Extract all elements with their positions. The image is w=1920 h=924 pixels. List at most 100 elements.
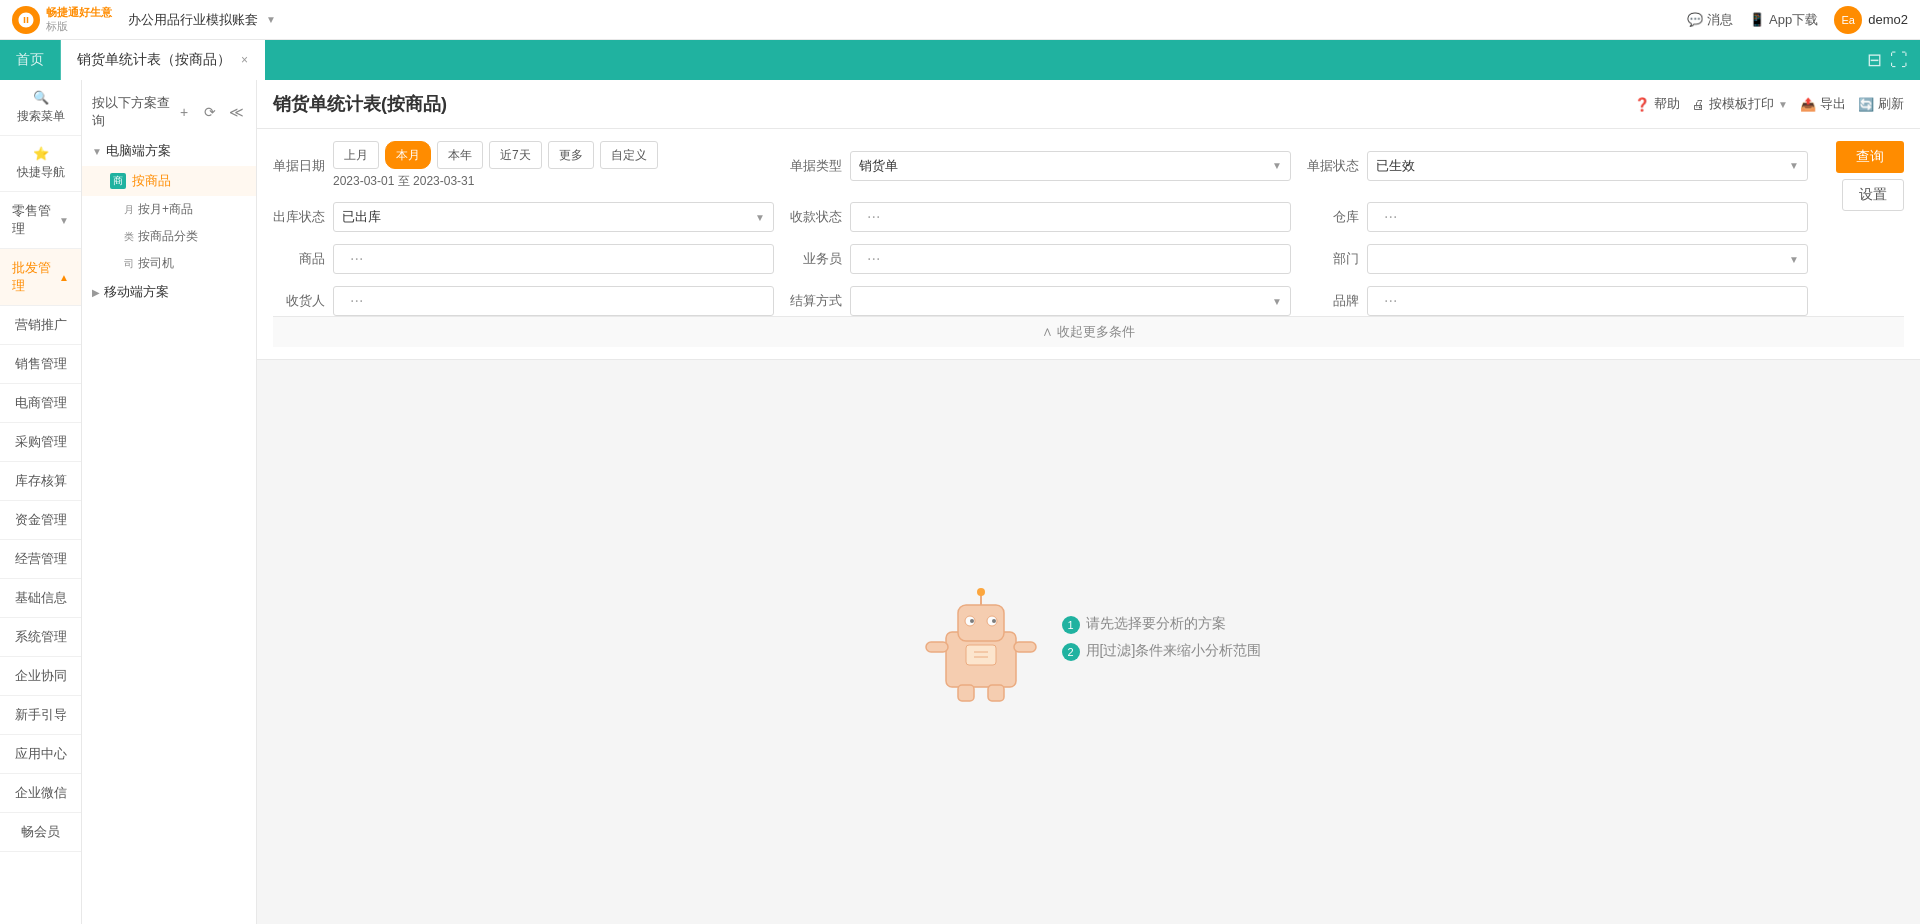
sidebar-item-wholesale[interactable]: 批发管理 ▲ <box>0 249 81 306</box>
purchase-label: 采购管理 <box>15 433 67 451</box>
brand-dots-icon[interactable]: ··· <box>1384 292 1397 310</box>
sidebar-item-wechat[interactable]: 企业微信 <box>0 774 81 813</box>
brand-input[interactable]: ··· <box>1367 286 1808 316</box>
tab-active[interactable]: 销货单统计表（按商品） × <box>61 40 265 80</box>
sidebar-item-operations[interactable]: 经营管理 <box>0 540 81 579</box>
brand-control[interactable]: ··· <box>1367 286 1808 316</box>
salesperson-dots-icon[interactable]: ··· <box>867 250 880 268</box>
bill-type-control[interactable]: 销货单 ▼ <box>850 151 1291 181</box>
warehouse-control[interactable]: ··· <box>1367 202 1808 232</box>
receipt-status-label: 收款状态 <box>790 208 842 226</box>
sidebar-item-ecommerce[interactable]: 电商管理 <box>0 384 81 423</box>
dept-control[interactable]: ▼ <box>1367 244 1808 274</box>
message-btn[interactable]: 💬 消息 <box>1687 11 1733 29</box>
scheme-by-category[interactable]: 类 按商品分类 <box>82 223 256 250</box>
scheme-by-month-goods[interactable]: 月 按月+商品 <box>82 196 256 223</box>
by-goods-icon: 商 <box>110 173 126 189</box>
receipt-status-input[interactable]: ··· <box>850 202 1291 232</box>
sidebar-item-newbie[interactable]: 新手引导 <box>0 696 81 735</box>
settlement-control[interactable]: ▼ <box>850 286 1291 316</box>
dept-select[interactable]: ▼ <box>1367 244 1808 274</box>
sidebar-item-marketing[interactable]: 营销推广 <box>0 306 81 345</box>
filter-receipt-status-item: 收款状态 ··· <box>790 202 1307 232</box>
svg-rect-11 <box>988 685 1004 701</box>
svg-rect-10 <box>958 685 974 701</box>
scheme-by-driver[interactable]: 司 按司机 <box>82 250 256 277</box>
out-status-select[interactable]: 已出库 ▼ <box>333 202 774 232</box>
sidebar-item-vip[interactable]: 畅会员 <box>0 813 81 852</box>
svg-rect-8 <box>926 642 948 652</box>
sidebar-item-apps[interactable]: 应用中心 <box>0 735 81 774</box>
date-7days-btn[interactable]: 近7天 <box>489 141 542 169</box>
receipt-status-control[interactable]: ··· <box>850 202 1291 232</box>
out-status-control[interactable]: 已出库 ▼ <box>333 202 774 232</box>
help-label: 帮助 <box>1654 95 1680 113</box>
bill-status-select[interactable]: 已生效 ▼ <box>1367 151 1808 181</box>
refresh-btn[interactable]: 🔄 刷新 <box>1858 95 1904 113</box>
sidebar-item-purchase[interactable]: 采购管理 <box>0 423 81 462</box>
scheme-by-goods[interactable]: 商 按商品 <box>82 166 256 196</box>
consignee-dots-icon[interactable]: ··· <box>350 292 363 310</box>
newbie-label: 新手引导 <box>15 706 67 724</box>
setting-btn[interactable]: 设置 <box>1842 179 1904 211</box>
sidebar-item-sales[interactable]: 销售管理 <box>0 345 81 384</box>
scheme-refresh-btn[interactable]: ⟳ <box>200 102 220 122</box>
consignee-input[interactable]: ··· <box>333 286 774 316</box>
sidebar-item-retail[interactable]: 零售管理 ▼ <box>0 192 81 249</box>
sidebar-item-system[interactable]: 系统管理 <box>0 618 81 657</box>
tab-active-label: 销货单统计表（按商品） <box>77 51 231 69</box>
app-download-btn[interactable]: 📱 App下载 <box>1749 11 1818 29</box>
pc-scheme-title[interactable]: ▼ 电脑端方案 <box>82 136 256 166</box>
scheme-collapse-btn[interactable]: ≪ <box>226 102 246 122</box>
date-control: 上月 本月 本年 近7天 更多 自定义 2023-03-01 至 2023-03… <box>333 141 774 190</box>
mobile-scheme-title[interactable]: ▶ 移动端方案 <box>82 277 256 307</box>
user-area[interactable]: Ea demo2 <box>1834 6 1908 34</box>
tab-fullscreen-btn[interactable]: ⛶ <box>1890 50 1908 71</box>
export-btn[interactable]: 📤 导出 <box>1800 95 1846 113</box>
sidebar-item-finance[interactable]: 资金管理 <box>0 501 81 540</box>
date-prev-month-btn[interactable]: 上月 <box>333 141 379 169</box>
date-this-year-btn[interactable]: 本年 <box>437 141 483 169</box>
svg-rect-9 <box>1014 642 1036 652</box>
refresh-icon: 🔄 <box>1858 97 1874 112</box>
filter-row-1: 单据日期 上月 本月 本年 近7天 更多 自定义 20 <box>273 141 1904 316</box>
tab-home[interactable]: 首页 <box>0 40 61 80</box>
scheme-add-btn[interactable]: + <box>174 102 194 122</box>
collapse-row[interactable]: ∧ 收起更多条件 <box>273 316 1904 347</box>
warehouse-input[interactable]: ··· <box>1367 202 1808 232</box>
sidebar-item-collab[interactable]: 企业协同 <box>0 657 81 696</box>
date-filter-area: 上月 本月 本年 近7天 更多 自定义 <box>333 141 774 169</box>
consignee-control[interactable]: ··· <box>333 286 774 316</box>
bill-status-control[interactable]: 已生效 ▼ <box>1367 151 1808 181</box>
driver-icon: 司 <box>124 257 134 271</box>
warehouse-dots-icon[interactable]: ··· <box>1384 208 1397 226</box>
filter-date-item: 单据日期 上月 本月 本年 近7天 更多 自定义 20 <box>273 141 790 190</box>
print-btn[interactable]: 🖨 按模板打印 ▼ <box>1692 95 1788 113</box>
date-range-text: 2023-03-01 至 2023-03-31 <box>333 173 774 190</box>
empty-tip-2: 2 用[过滤]条件来缩小分析范围 <box>1062 642 1262 661</box>
date-this-month-btn[interactable]: 本月 <box>385 141 431 169</box>
goods-dots-icon[interactable]: ··· <box>350 250 363 268</box>
dept-label: 部门 <box>1307 250 1359 268</box>
sidebar-item-basic[interactable]: 基础信息 <box>0 579 81 618</box>
app-dropdown-arrow[interactable]: ▼ <box>266 14 276 25</box>
query-btn[interactable]: 查询 <box>1836 141 1904 173</box>
sidebar-quick-nav[interactable]: ⭐ 快捷导航 <box>0 136 81 192</box>
date-custom-btn[interactable]: 自定义 <box>600 141 658 169</box>
goods-control[interactable]: ··· <box>333 244 774 274</box>
tab-close-icon[interactable]: × <box>241 53 248 67</box>
logo-text: 畅捷通好生意 <box>46 6 112 19</box>
tab-close-btn[interactable]: ⊟ <box>1867 49 1882 71</box>
help-btn[interactable]: ❓ 帮助 <box>1634 95 1680 113</box>
sidebar-item-stock[interactable]: 库存核算 <box>0 462 81 501</box>
bill-type-select[interactable]: 销货单 ▼ <box>850 151 1291 181</box>
basic-label: 基础信息 <box>15 589 67 607</box>
salesperson-control[interactable]: ··· <box>850 244 1291 274</box>
sidebar-search[interactable]: 🔍 搜索菜单 <box>0 80 81 136</box>
goods-input[interactable]: ··· <box>333 244 774 274</box>
date-more-btn[interactable]: 更多 <box>548 141 594 169</box>
salesperson-input[interactable]: ··· <box>850 244 1291 274</box>
receipt-dots-icon[interactable]: ··· <box>867 208 880 226</box>
sales-label: 销售管理 <box>15 355 67 373</box>
settlement-select[interactable]: ▼ <box>850 286 1291 316</box>
